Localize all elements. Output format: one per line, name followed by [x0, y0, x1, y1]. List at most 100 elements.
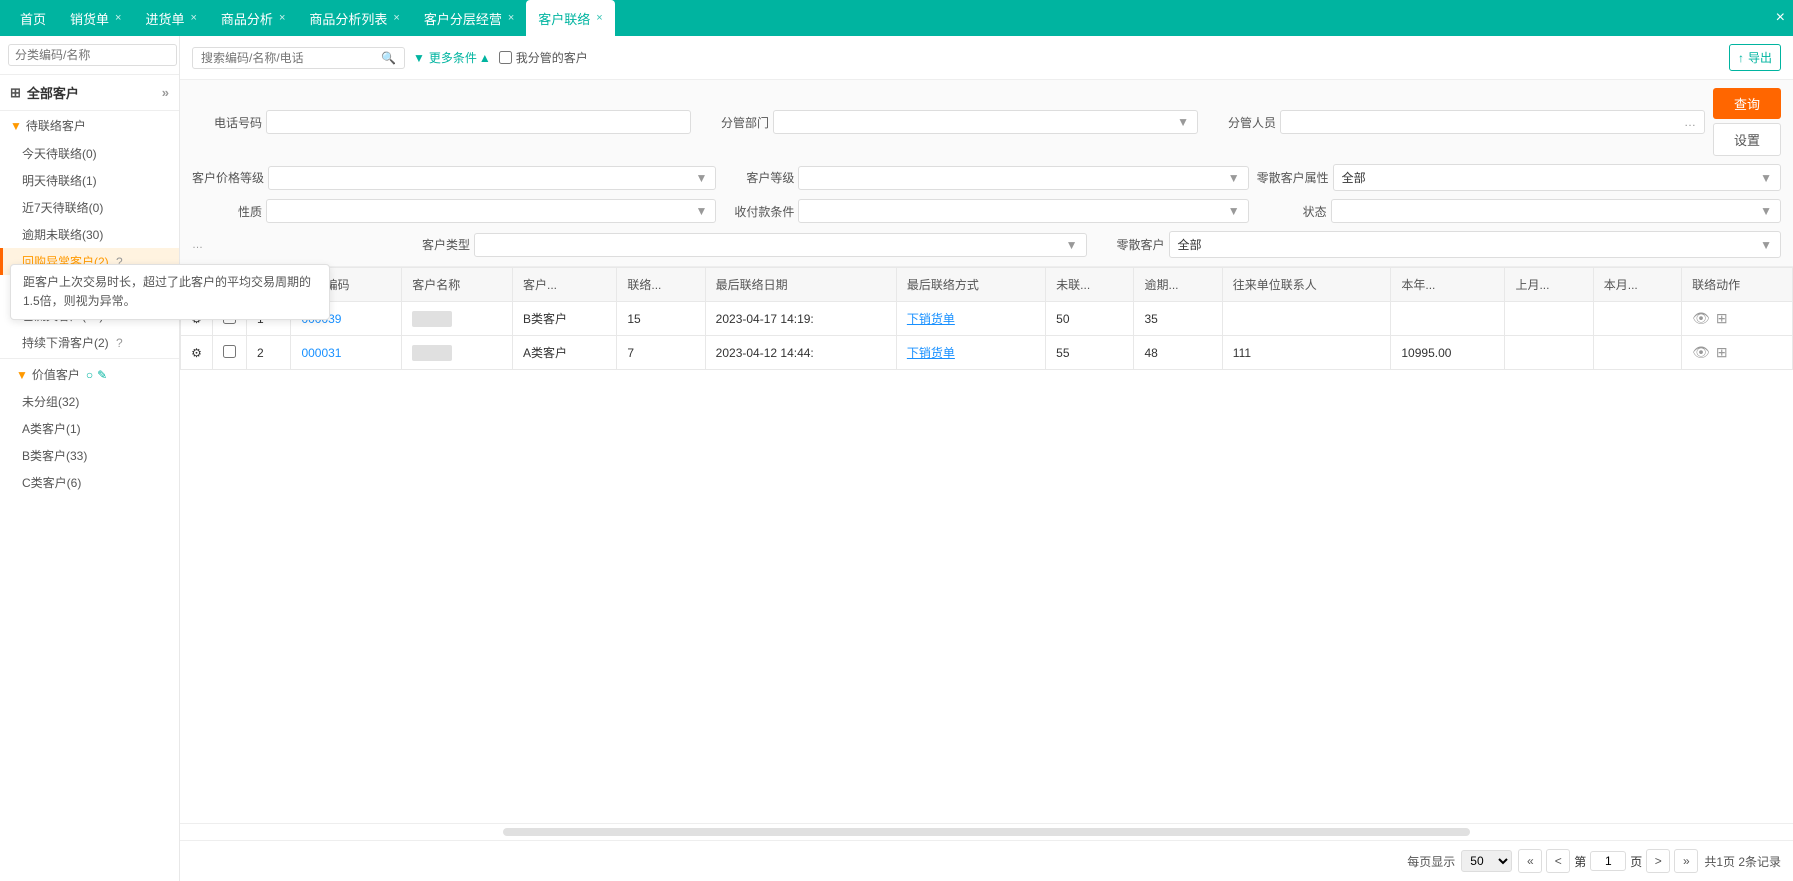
price-level-arrow: ▼: [695, 171, 707, 185]
action-icon-view-1[interactable]: 👁: [1692, 344, 1710, 361]
sidebar-item-tomorrow[interactable]: 明天待联络(1): [0, 167, 179, 194]
customer-type-select[interactable]: ▼: [474, 233, 1087, 257]
payment-select[interactable]: ▼: [798, 199, 1248, 223]
row-contact-0: 15: [617, 302, 705, 336]
per-page-label: 每页显示: [1407, 853, 1455, 870]
row-last-contact-method-1[interactable]: 下销货单: [896, 336, 1045, 370]
export-button[interactable]: ↑ 导出: [1729, 44, 1781, 71]
row-last-contact-method-0[interactable]: 下销货单: [896, 302, 1045, 336]
row-type-1: A类客户: [513, 336, 617, 370]
first-page-btn[interactable]: «: [1518, 849, 1542, 873]
my-customers-checkbox[interactable]: [499, 51, 512, 64]
row-code-1[interactable]: 000031: [291, 336, 402, 370]
more-conditions-btn[interactable]: ▼ 更多条件 ▲: [413, 49, 491, 66]
customer-table: ⚙ # 客户编码 客户名称 客户... 联络... 最后联络日期 最后联络方式 …: [180, 267, 1793, 370]
nav-product-analysis-list[interactable]: 商品分析列表 ×: [297, 0, 411, 36]
sidebar-search-input[interactable]: [8, 44, 177, 66]
col-name-header: 客户名称: [402, 268, 513, 302]
filter-phone: 电话号码: [192, 110, 691, 134]
row-last-month-1: [1505, 336, 1593, 370]
pending-contact-group[interactable]: ▼ 待联络客户: [0, 111, 179, 140]
horizontal-scrollbar-container: [180, 823, 1793, 840]
dept-select[interactable]: ▼: [773, 110, 1198, 134]
retail-attr-select[interactable]: 全部 ▼: [1333, 164, 1781, 191]
query-button[interactable]: 查询: [1713, 88, 1781, 119]
nav-customer-contact[interactable]: 客户联络 ×: [526, 0, 614, 36]
settings-button[interactable]: 设置: [1713, 123, 1781, 156]
phone-input[interactable]: [266, 110, 691, 134]
sidebar-item-7days[interactable]: 近7天待联络(0): [0, 194, 179, 221]
window-close-icon[interactable]: ×: [1776, 9, 1785, 27]
nature-select[interactable]: ▼: [266, 199, 716, 223]
close-tab-product-analysis[interactable]: ×: [279, 12, 285, 24]
table-header-row: ⚙ # 客户编码 客户名称 客户... 联络... 最后联络日期 最后联络方式 …: [181, 268, 1793, 302]
col-this-month-header: 本月...: [1593, 268, 1681, 302]
value-customers-edit-icon[interactable]: ○: [86, 368, 93, 382]
status-select[interactable]: ▼: [1331, 199, 1781, 223]
row-settings-1[interactable]: ⚙: [181, 336, 213, 370]
filter-customer-type: 客户类型 ▼: [400, 233, 1087, 257]
action-icon-view-0[interactable]: 👁: [1692, 310, 1710, 327]
filter-retail-customer: 零散客户 全部 ▼: [1095, 231, 1782, 258]
sidebar-item-c-class[interactable]: C类客户(6): [0, 469, 179, 496]
customer-level-select[interactable]: ▼: [798, 166, 1248, 190]
close-tab-contact[interactable]: ×: [596, 12, 602, 24]
sidebar-item-overdue[interactable]: 逾期未联络(30): [0, 221, 179, 248]
close-tab-sales[interactable]: ×: [115, 12, 121, 24]
nav-home[interactable]: 首页: [8, 0, 58, 36]
sidebar: 🔍 ⊞ 全部客户 » ▼ 待联络客户 今天待联络(0) 明天待联络(1) 近7天…: [0, 36, 180, 881]
row-this-year-1: 10995.00: [1391, 336, 1505, 370]
prev-page-btn[interactable]: <: [1546, 849, 1570, 873]
horizontal-scrollbar[interactable]: [503, 828, 1471, 836]
nav-sales-order[interactable]: 销货单 ×: [58, 0, 133, 36]
row-contact-1: 7: [617, 336, 705, 370]
person-select[interactable]: …: [1280, 110, 1705, 134]
sidebar-item-declining[interactable]: 持续下滑客户(2) ?: [0, 329, 179, 356]
close-tab-stratification[interactable]: ×: [508, 12, 514, 24]
row-checkbox-1[interactable]: [213, 336, 247, 370]
sidebar-item-b-class[interactable]: B类客户(33): [0, 442, 179, 469]
close-tab-product-list[interactable]: ×: [393, 12, 399, 24]
page-size-select[interactable]: 50 20 100: [1461, 850, 1512, 872]
col-uncontacted-header: 未联...: [1046, 268, 1134, 302]
row-name-0: [402, 302, 513, 336]
filter-row-2: 客户价格等级 ▼ 客户等级 ▼ 零散客户属性 全部: [192, 164, 1781, 191]
customer-type-label: 客户类型: [400, 236, 470, 253]
action-icon-more-1[interactable]: ⊞: [1716, 344, 1728, 361]
nav-customer-stratification[interactable]: 客户分层经营 ×: [412, 0, 526, 36]
row-uncontacted-0: 50: [1046, 302, 1134, 336]
filter-payment: 收付款条件 ▼: [724, 199, 1248, 223]
price-level-select[interactable]: ▼: [268, 166, 716, 190]
filter-status: 状态 ▼: [1257, 199, 1781, 223]
current-page-input[interactable]: [1590, 851, 1626, 871]
row-this-year-0: [1391, 302, 1505, 336]
retail-customer-select[interactable]: 全部 ▼: [1169, 231, 1782, 258]
close-tab-purchase[interactable]: ×: [190, 12, 196, 24]
filter-customer-level: 客户等级 ▼: [724, 166, 1248, 190]
action-icon-more-0[interactable]: ⊞: [1716, 310, 1728, 327]
main-search-input[interactable]: [201, 51, 381, 65]
filter-person: 分管人员 …: [1206, 110, 1705, 134]
search-icon[interactable]: 🔍: [381, 51, 396, 65]
more-filter-link[interactable]: …: [192, 237, 203, 253]
person-select-arrow: …: [1684, 115, 1696, 129]
last-page-btn[interactable]: »: [1674, 849, 1698, 873]
value-customers-group[interactable]: ▼ 价值客户 ○ ✎: [0, 361, 179, 388]
sidebar-item-unclassified[interactable]: 未分组(32): [0, 388, 179, 415]
filter-row-1: 电话号码 分管部门 ▼ 分管人员 …: [192, 88, 1781, 156]
row-index-1: 2: [247, 336, 291, 370]
nav-product-analysis[interactable]: 商品分析 ×: [209, 0, 297, 36]
page-navigation: « < 第 页 > »: [1518, 849, 1698, 873]
next-page-btn[interactable]: >: [1646, 849, 1670, 873]
row-type-0: B类客户: [513, 302, 617, 336]
collapse-sidebar-icon[interactable]: »: [162, 85, 169, 100]
retail-customer-arrow: ▼: [1760, 238, 1772, 252]
all-customers-title[interactable]: ⊞ 全部客户 »: [0, 75, 179, 111]
value-customers-refresh-icon[interactable]: ✎: [97, 368, 107, 382]
chevron-up-icon: ▲: [479, 51, 491, 65]
nav-purchase-order[interactable]: 进货单 ×: [133, 0, 208, 36]
row-unit-contact-1: 111: [1222, 336, 1391, 370]
sidebar-item-a-class[interactable]: A类客户(1): [0, 415, 179, 442]
sidebar-item-today[interactable]: 今天待联络(0): [0, 140, 179, 167]
arrow-down-icon-2: ▼: [16, 368, 28, 382]
